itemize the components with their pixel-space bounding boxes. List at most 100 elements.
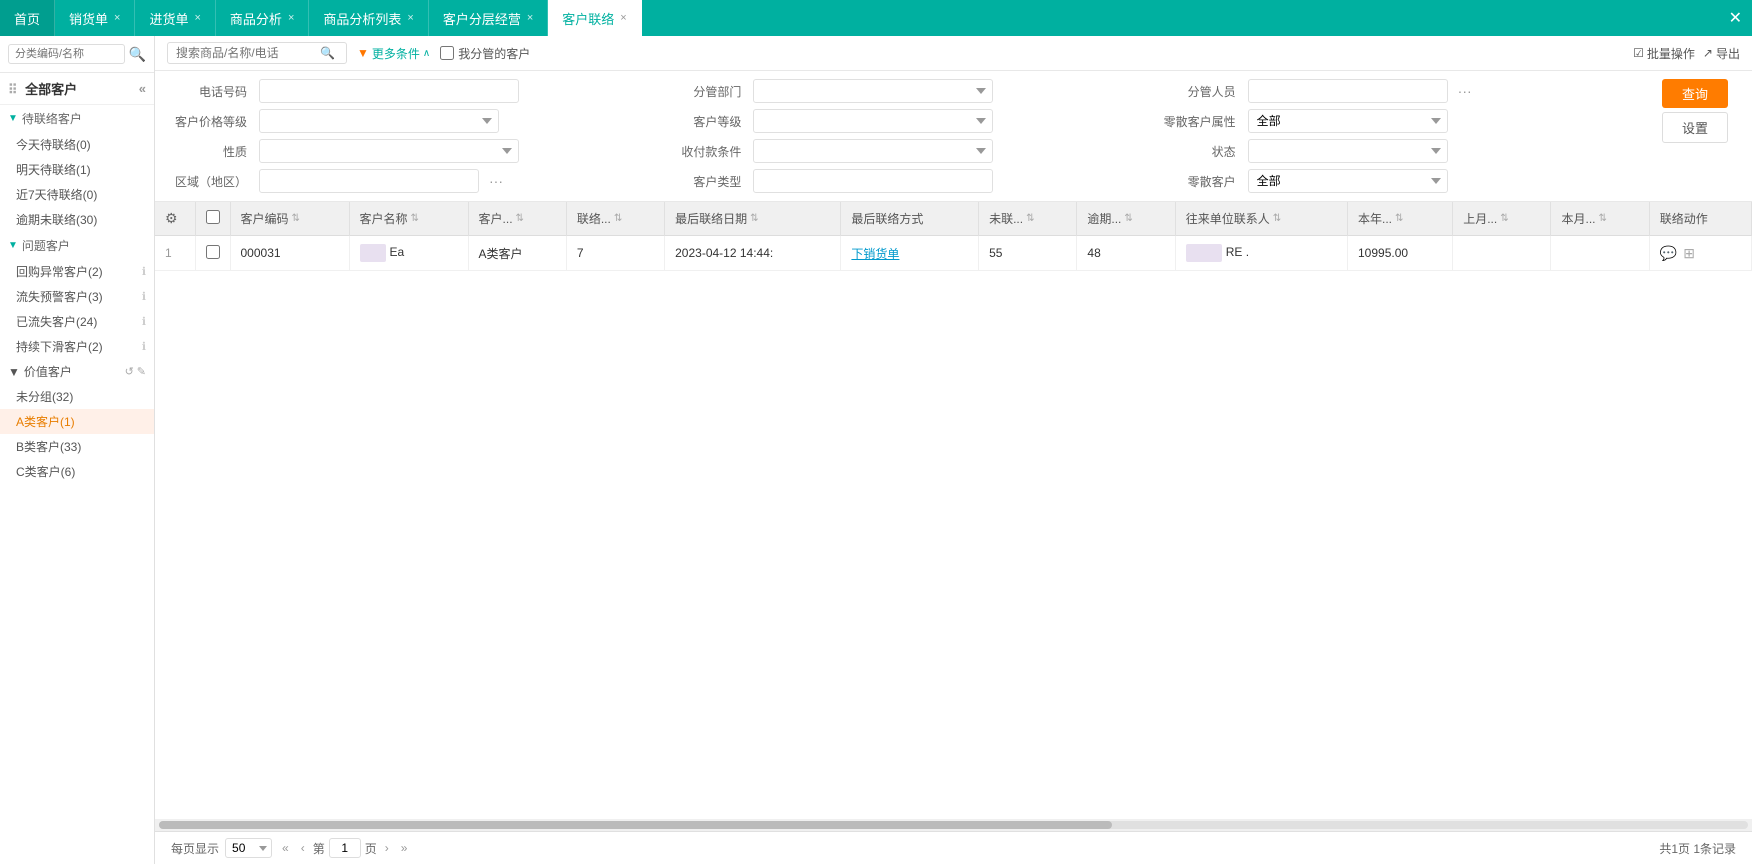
price-level-select[interactable] (259, 109, 499, 133)
person-dots[interactable]: ··· (1452, 83, 1478, 99)
first-page-button[interactable]: « (278, 839, 293, 857)
edit-icon[interactable]: ✎ (137, 365, 146, 378)
advanced-filter-panel: 电话号码 分管部门 分管人员 ··· (155, 71, 1752, 202)
sidebar-group-problem[interactable]: ▼ 问题客户 (0, 232, 154, 259)
nav-tab-customer-segment[interactable]: 客户分层经营 × (429, 0, 548, 36)
sidebar-search-input[interactable] (8, 44, 125, 64)
bottom-bar: 每页显示 50 100 200 « ‹ 第 页 › » 共1页 1条记录 (155, 831, 1752, 864)
th-this-year[interactable]: 本年... ⇅ (1348, 202, 1453, 236)
nav-tab-customer-contact[interactable]: 客户联络 × (548, 0, 641, 36)
select-all-checkbox[interactable] (206, 210, 220, 224)
query-button[interactable]: 查询 (1662, 79, 1728, 108)
sidebar-item-overdue[interactable]: 逾期未联络(30) (0, 207, 154, 232)
nav-tab-home[interactable]: 首页 (0, 0, 55, 36)
th-this-month[interactable]: 本月... ⇅ (1551, 202, 1649, 236)
my-customers-checkbox-group[interactable]: 我分管的客户 (440, 45, 530, 62)
th-code[interactable]: 客户编码 ⇅ (230, 202, 349, 236)
filter-search-icon[interactable]: 🔍 (320, 46, 335, 60)
sidebar-item-churned[interactable]: 已流失客户(24) ℹ (0, 309, 154, 334)
phone-input[interactable] (259, 79, 519, 103)
status-select[interactable] (1248, 139, 1448, 163)
sidebar-all-customers[interactable]: ⠿ 全部客户 « (0, 73, 154, 105)
sidebar-item-churn-warn[interactable]: 流失预警客户(3) ℹ (0, 284, 154, 309)
person-input[interactable] (1248, 79, 1448, 103)
row-checkbox[interactable] (206, 245, 220, 259)
info-icon-churn-warn: ℹ (142, 290, 146, 303)
sidebar-item-repurchase[interactable]: 回购异常客户(2) ℹ (0, 259, 154, 284)
dept-select[interactable] (753, 79, 993, 103)
region-dots[interactable]: ··· (483, 173, 509, 189)
filter-row-4: 区域（地区） ··· 客户类型 零散客户 全部 (171, 169, 1654, 193)
th-checkbox[interactable] (195, 202, 230, 236)
nav-tab-purchase[interactable]: 进货单 × (135, 0, 215, 36)
filter-more-conditions[interactable]: ▼ 更多条件 ∧ (357, 45, 430, 62)
sidebar-item-class-c[interactable]: C类客户(6) (0, 459, 154, 484)
th-last-date[interactable]: 最后联络日期 ⇅ (665, 202, 841, 236)
retail-customer-select[interactable]: 全部 (1248, 169, 1448, 193)
region-input[interactable] (259, 169, 479, 193)
th-level[interactable]: 客户... ⇅ (468, 202, 566, 236)
export-button[interactable]: ↗ 导出 (1703, 45, 1740, 62)
th-last-method[interactable]: 最后联络方式 (841, 202, 979, 236)
gear-icon[interactable]: ⚙ (165, 210, 178, 226)
sidebar-group-pending[interactable]: ▼ 待联络客户 (0, 105, 154, 132)
th-last-month[interactable]: 上月... ⇅ (1453, 202, 1551, 236)
purchase-tab-label: 进货单 (149, 9, 188, 28)
sidebar-collapse-icon[interactable]: « (139, 81, 146, 96)
customer-level-select[interactable] (753, 109, 993, 133)
sort-icon-contact-person: ⇅ (1273, 213, 1281, 224)
retail-attr-select[interactable]: 全部 (1248, 109, 1448, 133)
horizontal-scrollbar[interactable] (155, 819, 1752, 831)
sales-tab-close[interactable]: × (114, 12, 120, 24)
filter-search-input[interactable] (176, 46, 316, 60)
nature-select[interactable] (259, 139, 519, 163)
sidebar-search-icon[interactable]: 🔍 (129, 46, 146, 63)
sidebar-group-value[interactable]: ▼ 价值客户 ↺ ✎ (0, 359, 154, 384)
th-contact-person[interactable]: 往来单位联系人 ⇅ (1175, 202, 1347, 236)
last-page-button[interactable]: » (397, 839, 412, 857)
chat-action-icon[interactable]: 💬 (1660, 245, 1677, 262)
scrollbar-thumb[interactable] (159, 821, 1112, 829)
setting-button[interactable]: 设置 (1662, 112, 1728, 143)
page-input[interactable] (329, 838, 361, 858)
nav-tab-goods-analysis[interactable]: 商品分析 × (216, 0, 309, 36)
cell-checkbox[interactable] (195, 236, 230, 271)
th-gear[interactable]: ⚙ (155, 202, 195, 236)
payment-select[interactable] (753, 139, 993, 163)
nav-tab-sales[interactable]: 销货单 × (55, 0, 135, 36)
sidebar-item-today[interactable]: 今天待联络(0) (0, 132, 154, 157)
purchase-tab-close[interactable]: × (194, 12, 200, 24)
nav-tab-goods-list[interactable]: 商品分析列表 × (309, 0, 428, 36)
th-contact[interactable]: 联络... ⇅ (566, 202, 664, 236)
filter-section-phone: 电话号码 (171, 79, 665, 103)
prev-page-button[interactable]: ‹ (297, 839, 309, 857)
th-name[interactable]: 客户名称 ⇅ (349, 202, 468, 236)
customer-type-input[interactable] (753, 169, 993, 193)
next-page-button[interactable]: › (381, 839, 393, 857)
sidebar: 🔍 ⠿ 全部客户 « ▼ 待联络客户 今天待联络(0) 明天待联络(1) 近7天… (0, 36, 155, 864)
th-code-label: 客户编码 (241, 210, 289, 227)
th-overdue[interactable]: 逾期... ⇅ (1077, 202, 1175, 236)
customer-segment-tab-close[interactable]: × (527, 12, 533, 24)
grid-action-icon[interactable]: ⊞ (1683, 245, 1695, 262)
sidebar-item-tomorrow[interactable]: 明天待联络(1) (0, 157, 154, 182)
export-label: 导出 (1716, 45, 1740, 62)
batch-op-button[interactable]: ☑ 批量操作 (1633, 45, 1695, 62)
refresh-icon[interactable]: ↺ (125, 365, 134, 378)
goods-list-tab-close[interactable]: × (407, 12, 413, 24)
sidebar-item-7days[interactable]: 近7天待联络(0) (0, 182, 154, 207)
last-method-link[interactable]: 下销货单 (851, 247, 899, 261)
filter-section-customer-level: 客户等级 (665, 109, 1159, 133)
goods-analysis-tab-close[interactable]: × (288, 12, 294, 24)
page-size-select[interactable]: 50 100 200 (225, 838, 272, 858)
filter-section-nature: 性质 (171, 139, 665, 163)
my-customers-checkbox[interactable] (440, 46, 454, 60)
sidebar-item-ungraded[interactable]: 未分组(32) (0, 384, 154, 409)
sidebar-item-class-b[interactable]: B类客户(33) (0, 434, 154, 459)
sidebar-item-class-a[interactable]: A类客户(1) (0, 409, 154, 434)
global-close-button[interactable]: ✕ (1729, 8, 1742, 28)
customer-contact-tab-close[interactable]: × (620, 12, 626, 24)
page-size-label: 每页显示 (171, 840, 219, 857)
th-not-contact[interactable]: 未联... ⇅ (979, 202, 1077, 236)
sidebar-item-declining[interactable]: 持续下滑客户(2) ℹ (0, 334, 154, 359)
